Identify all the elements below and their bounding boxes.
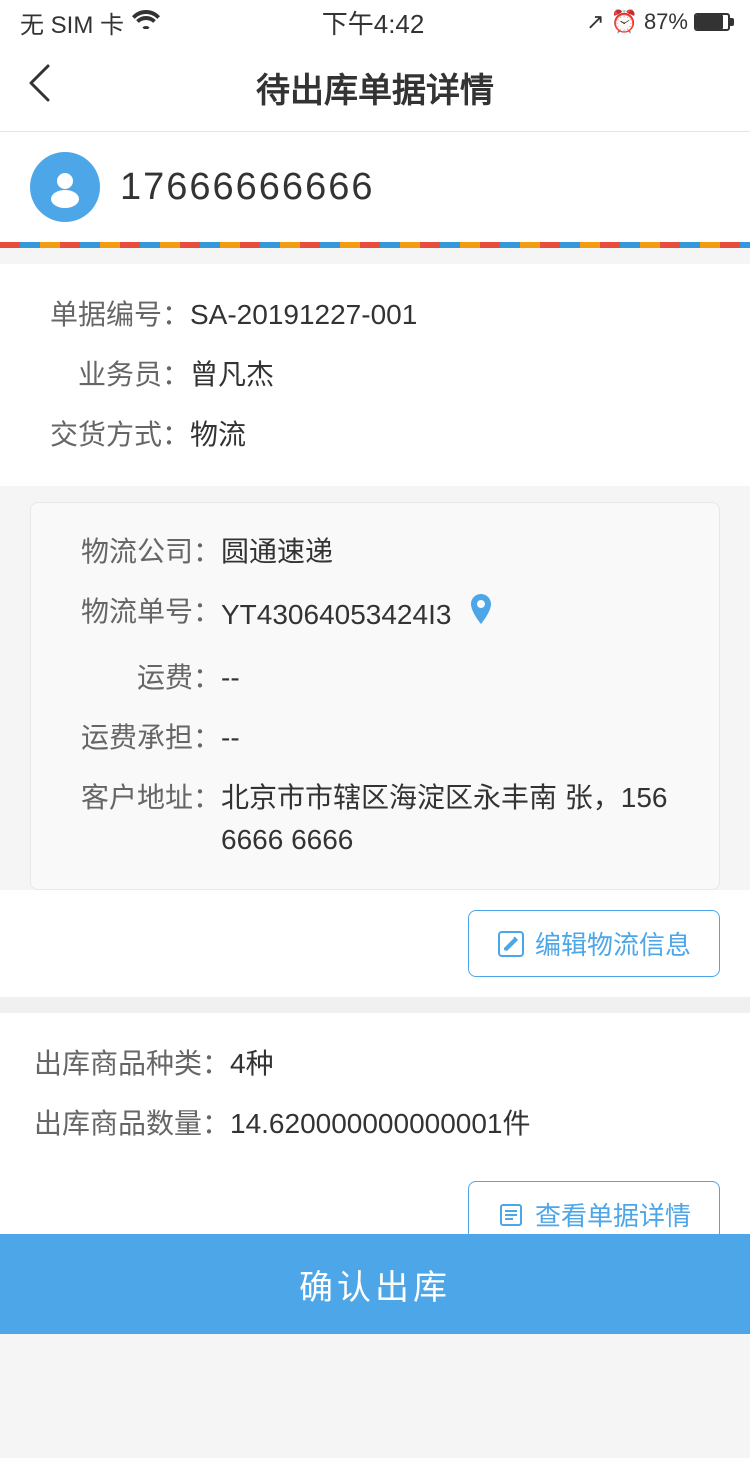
status-left: 无 SIM 卡 [20, 5, 160, 40]
location-status-icon: ↗ [586, 9, 604, 35]
goods-types-value: 4种 [230, 1043, 720, 1085]
goods-types-row: 出库商品种类： 4种 [30, 1043, 720, 1085]
sales-person-value: 曾凡杰 [190, 354, 720, 396]
sales-person-row: 业务员： 曾凡杰 [30, 354, 720, 396]
freight-label: 运费： [61, 657, 221, 699]
alarm-icon: ⏰ [611, 9, 638, 35]
page-title: 待出库单据详情 [256, 63, 494, 112]
delivery-method-value: 物流 [190, 414, 720, 456]
goods-types-label: 出库商品种类： [30, 1043, 230, 1085]
battery-icon [694, 13, 730, 31]
logistics-card: 物流公司： 圆通速递 物流单号： YT43064053424I3 运费： -- … [30, 502, 720, 890]
location-pin-icon[interactable] [463, 591, 499, 639]
status-right: ↗ ⏰ 87% [586, 9, 730, 35]
freight-value: -- [221, 657, 689, 699]
battery-label: 87% [644, 9, 688, 35]
confirm-button-label: 确认出库 [299, 1260, 451, 1309]
goods-quantity-value: 14.620000000000001件 [230, 1103, 720, 1145]
tracking-no-label: 物流单号： [61, 591, 221, 633]
logistics-company-value: 圆通速递 [221, 531, 689, 573]
status-time: 下午4:42 [322, 4, 425, 41]
delivery-method-row: 交货方式： 物流 [30, 414, 720, 456]
section-divider [0, 997, 750, 1013]
goods-section: 出库商品种类： 4种 出库商品数量： 14.620000000000001件 [0, 1013, 750, 1165]
tracking-no-value: YT43064053424I3 [221, 591, 689, 639]
order-info-section: 单据编号： SA-20191227-001 业务员： 曾凡杰 交货方式： 物流 [0, 264, 750, 486]
confirm-button-bar[interactable]: 确认出库 [0, 1234, 750, 1334]
edit-logistics-button[interactable]: 编辑物流信息 [468, 910, 720, 977]
tracking-no-row: 物流单号： YT43064053424I3 [61, 591, 689, 639]
order-no-row: 单据编号： SA-20191227-001 [30, 294, 720, 336]
avatar [30, 152, 100, 222]
status-bar: 无 SIM 卡 下午4:42 ↗ ⏰ 87% [0, 0, 750, 44]
goods-quantity-label: 出库商品数量： [30, 1103, 230, 1145]
sales-person-label: 业务员： [30, 354, 190, 396]
address-value: 北京市市辖区海淀区永丰南 张，156 6666 6666 [221, 777, 689, 861]
freight-bearer-label: 运费承担： [61, 717, 221, 759]
freight-bearer-row: 运费承担： -- [61, 717, 689, 759]
view-details-label: 查看单据详情 [535, 1196, 691, 1233]
edit-button-row: 编辑物流信息 [0, 890, 750, 997]
back-button[interactable] [28, 64, 50, 111]
carrier-label: 无 SIM 卡 [20, 5, 124, 40]
dashed-divider [0, 242, 750, 248]
address-row: 客户地址： 北京市市辖区海淀区永丰南 张，156 6666 6666 [61, 777, 689, 861]
nav-bar: 待出库单据详情 [0, 44, 750, 132]
edit-logistics-label: 编辑物流信息 [535, 925, 691, 962]
wifi-icon [132, 8, 160, 36]
logistics-company-label: 物流公司： [61, 531, 221, 573]
logistics-company-row: 物流公司： 圆通速递 [61, 531, 689, 573]
freight-bearer-value: -- [221, 717, 689, 759]
order-no-value: SA-20191227-001 [190, 294, 720, 336]
order-no-label: 单据编号： [30, 294, 190, 336]
customer-phone: 17666666666 [120, 166, 374, 209]
customer-section: 17666666666 [0, 132, 750, 242]
address-label: 客户地址： [61, 777, 221, 819]
delivery-method-label: 交货方式： [30, 414, 190, 456]
goods-quantity-row: 出库商品数量： 14.620000000000001件 [30, 1103, 720, 1145]
freight-row: 运费： -- [61, 657, 689, 699]
